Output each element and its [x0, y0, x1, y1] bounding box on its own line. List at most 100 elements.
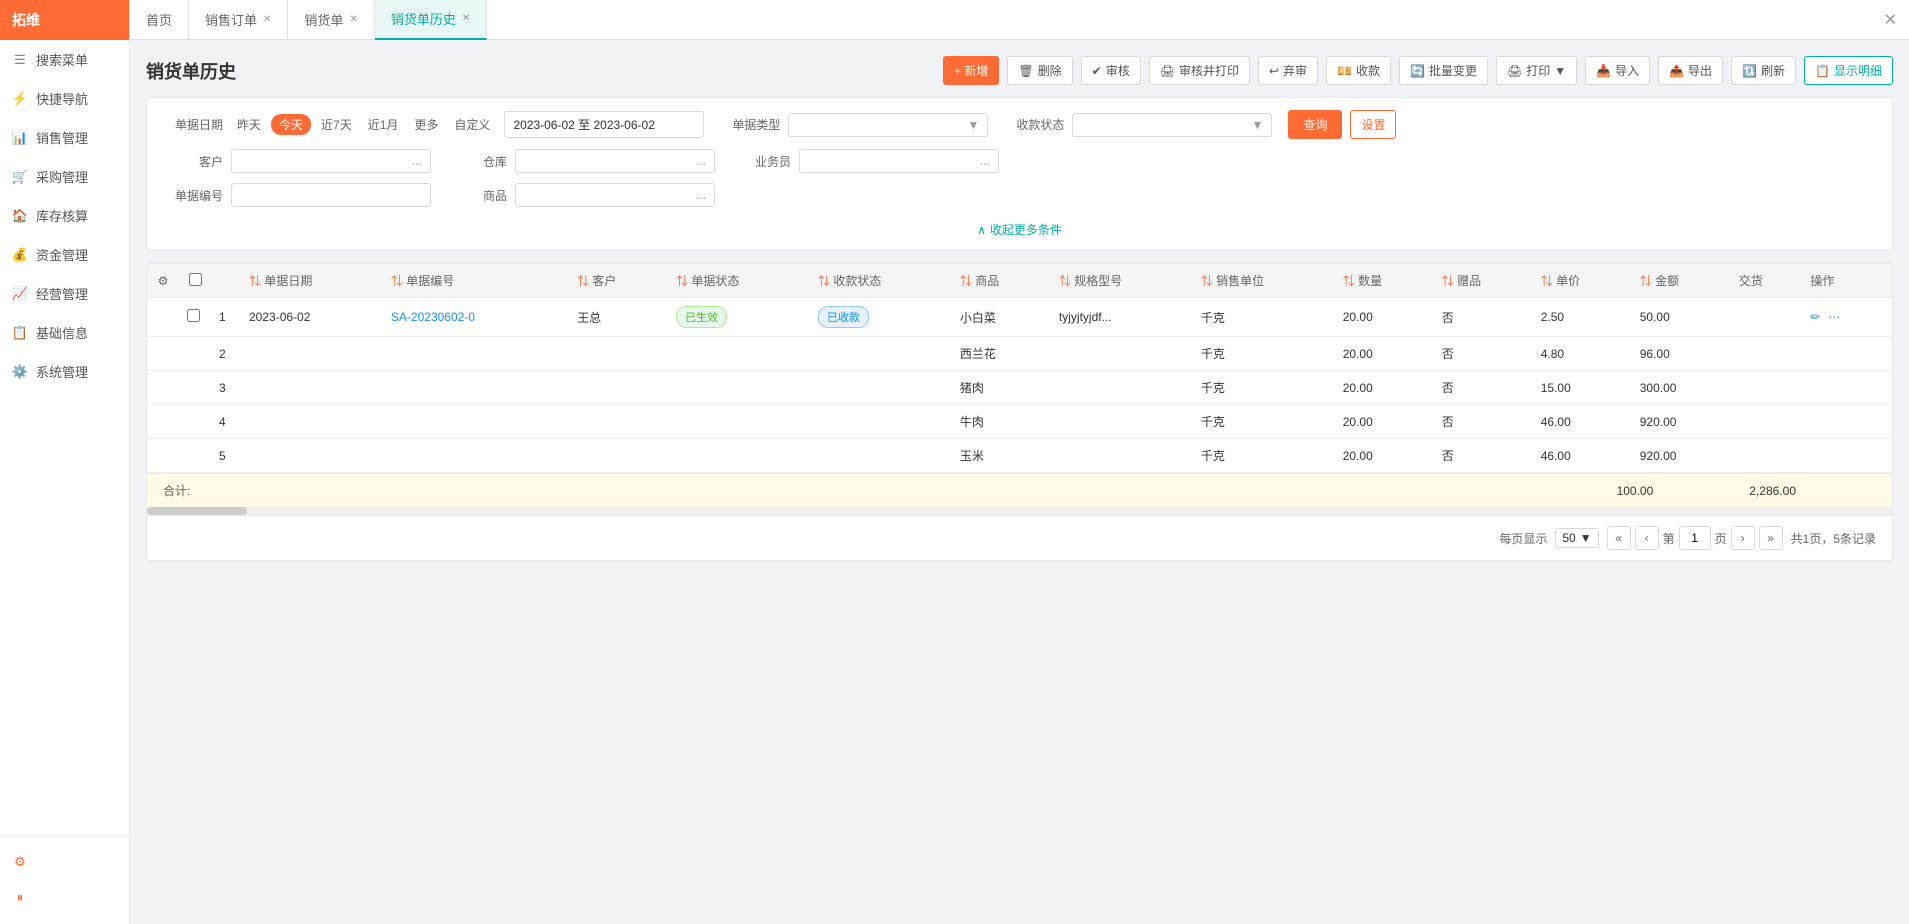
records-table: ⚙ ⇅ 单据日期 ⇅ 单据编号 ⇅ 客户 ⇅ 单据状态 ⇅ 收款状态 ⇅ 商品 …: [147, 264, 1892, 473]
page-number-input[interactable]: [1679, 526, 1711, 550]
customer-input[interactable]: ...: [231, 149, 431, 173]
date-btn-yesterday[interactable]: 昨天: [231, 114, 267, 135]
col-gift[interactable]: ⇅ 赠品: [1434, 264, 1533, 298]
date-range-input[interactable]: 2023-06-02 至 2023-06-02: [504, 111, 704, 138]
tab-sales-history-close[interactable]: ✕: [462, 13, 470, 24]
tab-sales-order-close[interactable]: ✕: [263, 14, 271, 25]
close-all-tabs-button[interactable]: ✕: [1872, 10, 1909, 30]
goods-field[interactable]: [524, 188, 692, 202]
warehouse-more-icon[interactable]: ...: [696, 154, 706, 168]
col-doc-date[interactable]: ⇅ 单据日期: [241, 264, 383, 298]
scroll-thumb[interactable]: [147, 507, 247, 515]
col-spec[interactable]: ⇅ 规格型号: [1051, 264, 1193, 298]
col-sales-unit[interactable]: ⇅ 销售单位: [1193, 264, 1335, 298]
row-checkbox[interactable]: [187, 309, 200, 322]
print-button[interactable]: 🖨 打印 ▼: [1496, 56, 1577, 85]
sidebar-settings-btn[interactable]: ⚙: [0, 844, 129, 880]
import-button[interactable]: 📥 导入: [1585, 56, 1650, 85]
sidebar-item-search-menu[interactable]: ☰ 搜索菜单: [0, 40, 129, 79]
doc-no-link[interactable]: SA-20230602-0: [391, 310, 475, 324]
sidebar-item-purchase-mgmt[interactable]: 🛒 采购管理: [0, 157, 129, 196]
cell-doc-date: [241, 439, 383, 473]
col-doc-no[interactable]: ⇅ 单据编号: [383, 264, 569, 298]
warehouse-field[interactable]: [524, 154, 692, 168]
select-all-checkbox[interactable]: [189, 273, 202, 286]
doctype-select[interactable]: ▼: [788, 113, 988, 137]
sidebar-pause-btn[interactable]: ⏸: [0, 880, 129, 916]
batch-change-button[interactable]: 🔄 批量变更: [1399, 56, 1488, 85]
tab-sales-history[interactable]: 销货单历史 ✕: [375, 0, 487, 40]
sidebar-item-inventory[interactable]: 🏠 库存核算: [0, 196, 129, 235]
export-button[interactable]: 📤 导出: [1658, 56, 1723, 85]
collect-button[interactable]: 💴 收款: [1326, 56, 1391, 85]
table-row: 5 玉米 千克 20.00 否 46.00 920.00: [147, 439, 1892, 473]
more-action[interactable]: ⋯: [1828, 310, 1840, 324]
cell-sales-unit: 千克: [1193, 405, 1335, 439]
cell-goods: 玉米: [952, 439, 1051, 473]
delete-button[interactable]: 🗑 删除: [1007, 56, 1072, 85]
date-btn-today[interactable]: 今天: [271, 114, 311, 135]
sidebar-item-basic-info[interactable]: 📋 基础信息: [0, 313, 129, 352]
col-quantity[interactable]: ⇅ 数量: [1335, 264, 1434, 298]
docno-input[interactable]: [231, 183, 431, 207]
filter-panel: 单据日期 昨天 今天 近7天 近1月 更多 自定义 2023-06-02 至 2…: [146, 97, 1893, 251]
horizontal-scrollbar[interactable]: [147, 507, 1892, 515]
col-amount[interactable]: ⇅ 金额: [1632, 264, 1731, 298]
cell-doc-no[interactable]: [383, 405, 569, 439]
col-doc-status[interactable]: ⇅ 单据状态: [668, 264, 810, 298]
goods-more-icon[interactable]: ...: [696, 188, 706, 202]
sidebar-item-sales-mgmt[interactable]: 📊 销售管理: [0, 118, 129, 157]
cell-doc-no[interactable]: SA-20230602-0: [383, 298, 569, 337]
print-dropdown-icon: ▼: [1554, 64, 1566, 78]
per-page-select[interactable]: 50 ▼: [1555, 528, 1598, 548]
cell-doc-no[interactable]: [383, 439, 569, 473]
sidebar-item-system[interactable]: ⚙️ 系统管理: [0, 352, 129, 391]
tab-home[interactable]: 首页: [130, 0, 189, 40]
col-settings[interactable]: ⚙: [147, 264, 179, 298]
footer-total-amount: 2,286.00: [1749, 484, 1876, 498]
prev-page-button[interactable]: ‹: [1635, 526, 1659, 550]
audit-button[interactable]: ✔ 审核: [1081, 56, 1141, 85]
tab-sales-goods[interactable]: 销货单 ✕: [288, 0, 374, 40]
cell-sales-unit: 千克: [1193, 337, 1335, 371]
collapse-filter-button[interactable]: ∧ 收起更多条件: [163, 217, 1876, 238]
sidebar-item-label: 库存核算: [36, 206, 88, 225]
audit-print-button[interactable]: 🖨 审核并打印: [1149, 56, 1250, 85]
salesperson-field[interactable]: [808, 154, 976, 168]
new-button[interactable]: + 新增: [943, 56, 999, 85]
col-goods[interactable]: ⇅ 商品: [952, 264, 1051, 298]
col-payment-status[interactable]: ⇅ 收款状态: [810, 264, 952, 298]
date-btn-more[interactable]: 更多: [408, 114, 444, 135]
sidebar-item-quick-nav[interactable]: ⚡ 快捷导航: [0, 79, 129, 118]
query-button[interactable]: 查询: [1288, 110, 1342, 139]
payment-select[interactable]: ▼: [1072, 113, 1272, 137]
docno-field[interactable]: [240, 188, 422, 202]
warehouse-input[interactable]: ...: [515, 149, 715, 173]
goods-input[interactable]: ...: [515, 183, 715, 207]
settings-filter-button[interactable]: 设置: [1350, 110, 1396, 139]
first-page-button[interactable]: «: [1607, 526, 1631, 550]
tab-sales-order[interactable]: 销售订单 ✕: [189, 0, 288, 40]
date-btn-7days[interactable]: 近7天: [315, 114, 358, 135]
cell-doc-no[interactable]: [383, 337, 569, 371]
sidebar-item-finance[interactable]: 💰 资金管理: [0, 235, 129, 274]
next-page-button[interactable]: ›: [1731, 526, 1755, 550]
date-btn-1month[interactable]: 近1月: [362, 114, 405, 135]
cell-payment-status: 已收款: [810, 298, 952, 337]
edit-action[interactable]: ✏: [1810, 310, 1820, 324]
last-page-button[interactable]: »: [1759, 526, 1783, 550]
tab-sales-goods-close[interactable]: ✕: [349, 14, 357, 25]
col-customer[interactable]: ⇅ 客户: [569, 264, 668, 298]
col-unit-price[interactable]: ⇅ 单价: [1533, 264, 1632, 298]
customer-more-icon[interactable]: ...: [412, 154, 422, 168]
cell-sales-unit: 千克: [1193, 371, 1335, 405]
refresh-button[interactable]: 🔃 刷新: [1731, 56, 1796, 85]
salesperson-more-icon[interactable]: ...: [980, 154, 990, 168]
customer-field[interactable]: [240, 154, 408, 168]
sidebar-item-operations[interactable]: 📈 经营管理: [0, 274, 129, 313]
abandon-button[interactable]: ↩ 弃审: [1258, 56, 1318, 85]
show-details-button[interactable]: 📋 显示明细: [1804, 56, 1893, 85]
cell-doc-no[interactable]: [383, 371, 569, 405]
salesperson-input[interactable]: ...: [799, 149, 999, 173]
date-btn-custom[interactable]: 自定义: [448, 114, 496, 135]
